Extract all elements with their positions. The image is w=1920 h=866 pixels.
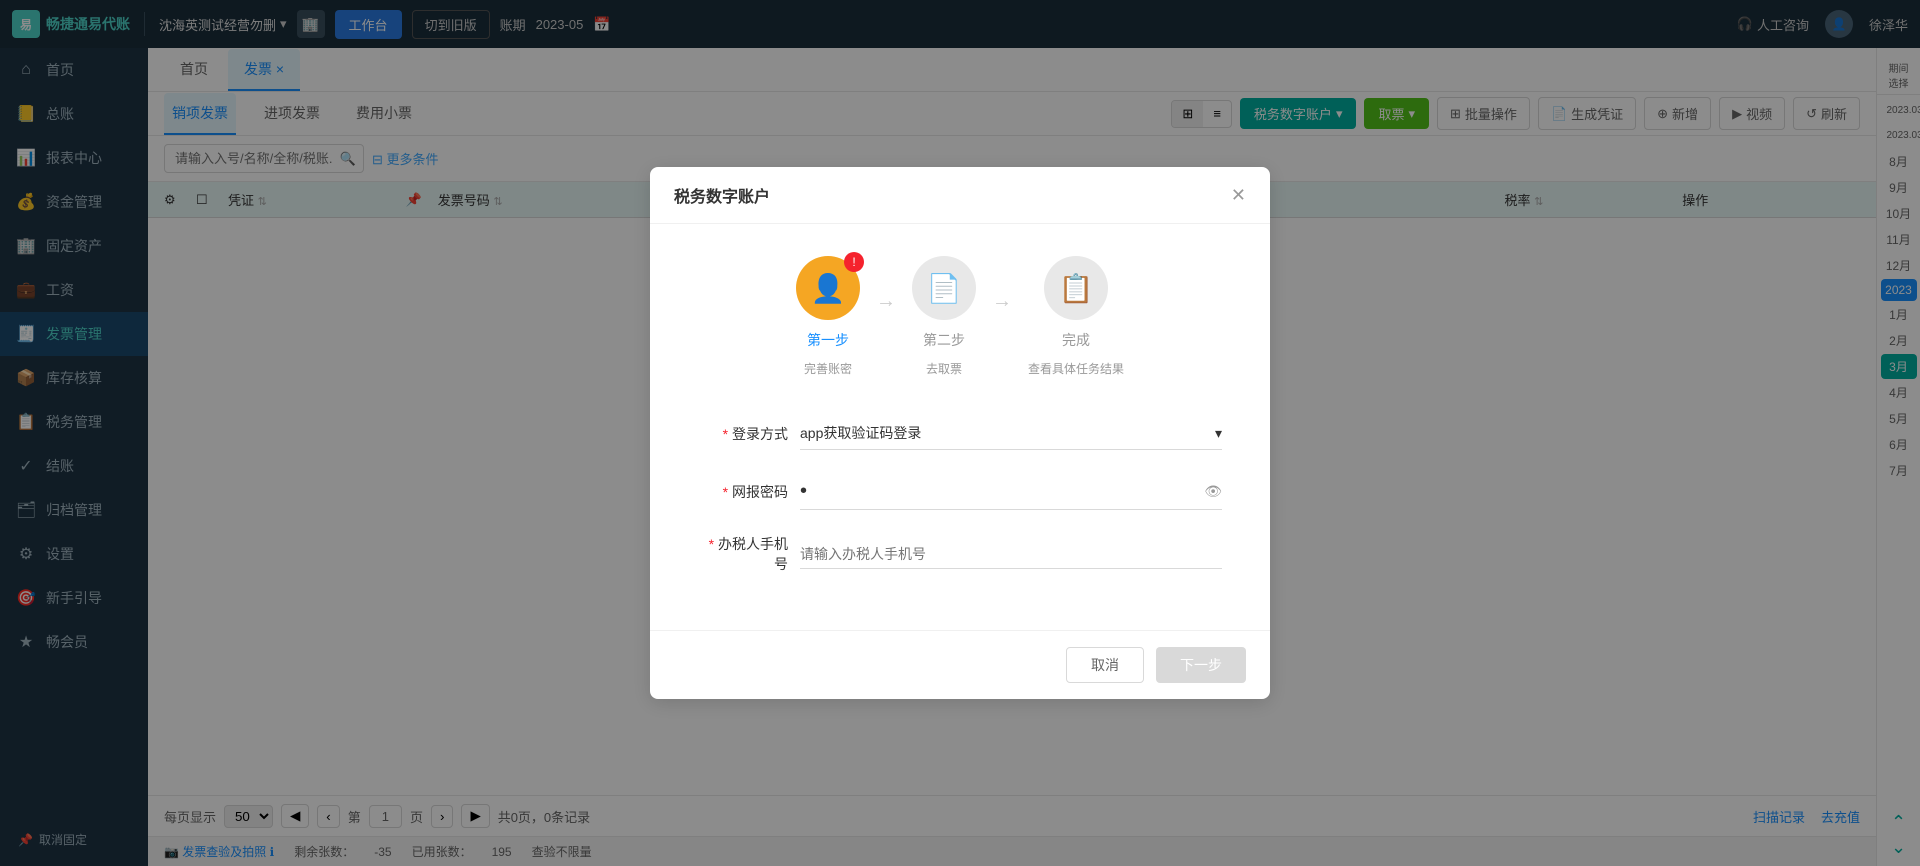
step3-icon: 📋 [1044,256,1108,320]
login-method-control: app获取验证码登录 ▾ [800,417,1222,450]
password-field-container: 👁 [800,474,1222,510]
arrow1: → [876,290,896,343]
step3-label: 完成 [1062,330,1090,350]
phone-row: * 办税人手机号 [698,534,1222,574]
modal-footer: 取消 下一步 [650,630,1270,699]
step1-user-icon: 👤 [811,272,846,305]
cancel-button[interactable]: 取消 [1066,647,1144,683]
modal-close-button[interactable]: ✕ [1231,186,1246,204]
step-1: 👤 ! 第一步 完善账密 [796,256,860,377]
required-star2: * [723,484,728,500]
required-star: * [723,426,728,442]
phone-control [800,540,1222,569]
login-method-label: * 登录方式 [698,424,788,444]
steps-container: 👤 ! 第一步 完善账密 → 📄 第二步 去取票 → [698,256,1222,377]
step1-badge: ! [844,252,864,272]
step2-icon: 📄 [912,256,976,320]
step1-label: 第一步 [807,330,849,350]
password-row: * 网报密码 👁 [698,474,1222,510]
phone-input[interactable] [800,540,1222,569]
arrow2: → [992,290,1012,343]
modal-title: 税务数字账户 [674,183,770,207]
phone-label: * 办税人手机号 [698,534,788,574]
step-2: 📄 第二步 去取票 [912,256,976,377]
login-method-row: * 登录方式 app获取验证码登录 ▾ [698,417,1222,450]
step3-sublabel: 查看具体任务结果 [1028,360,1124,377]
login-method-value: app获取验证码登录 [800,423,921,443]
step1-sublabel: 完善账密 [804,360,852,377]
step1-icon: 👤 ! [796,256,860,320]
password-label: * 网报密码 [698,482,788,502]
select-chevron-icon: ▾ [1215,425,1222,442]
next-button[interactable]: 下一步 [1156,647,1246,683]
step-3: 📋 完成 查看具体任务结果 [1028,256,1124,377]
modal-overlay[interactable]: 税务数字账户 ✕ 👤 ! 第一步 完善账密 → � [0,0,1920,866]
step2-sublabel: 去取票 [926,360,962,377]
login-method-select[interactable]: app获取验证码登录 ▾ [800,417,1222,450]
step2-doc-icon: 📄 [927,272,962,305]
step3-clipboard-icon: 📋 [1059,272,1094,305]
modal-body: 👤 ! 第一步 完善账密 → 📄 第二步 去取票 → [650,224,1270,630]
eye-icon[interactable]: 👁 [1204,483,1222,500]
tax-digital-modal: 税务数字账户 ✕ 👤 ! 第一步 完善账密 → � [650,167,1270,699]
required-star3: * [709,536,714,552]
step2-label: 第二步 [923,330,965,350]
modal-header: 税务数字账户 ✕ [650,167,1270,224]
password-input[interactable] [800,480,1204,503]
password-control: 👁 [800,474,1222,510]
